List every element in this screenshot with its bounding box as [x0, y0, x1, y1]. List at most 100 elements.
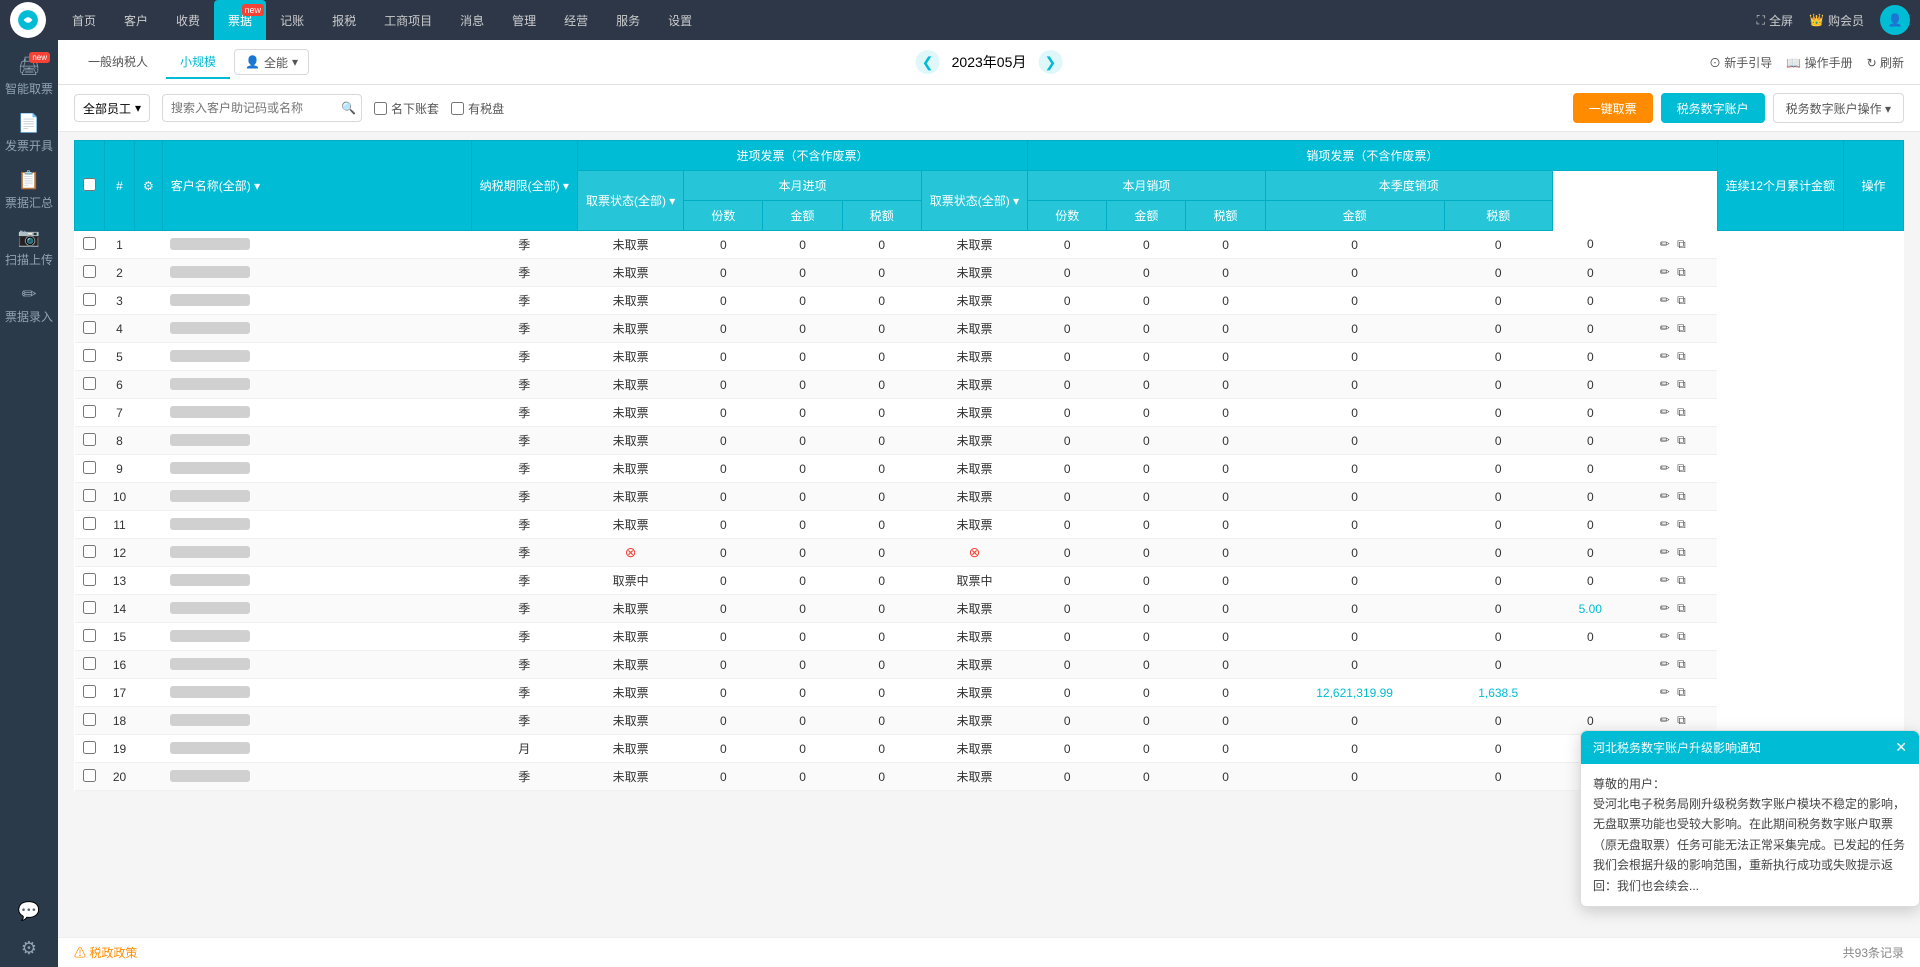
- copy-icon[interactable]: ⧉: [1677, 265, 1686, 279]
- edit-icon[interactable]: ✏: [1660, 545, 1670, 559]
- notification-close-btn[interactable]: ✕: [1895, 739, 1907, 756]
- row-select-checkbox[interactable]: [83, 545, 96, 558]
- row-checkbox[interactable]: [75, 763, 105, 791]
- copy-icon[interactable]: ⧉: [1677, 433, 1686, 447]
- copy-icon[interactable]: ⧉: [1677, 713, 1686, 727]
- row-checkbox[interactable]: [75, 455, 105, 483]
- edit-icon[interactable]: ✏: [1660, 601, 1670, 615]
- row-select-checkbox[interactable]: [83, 461, 96, 474]
- nav-business[interactable]: 工商项目: [370, 0, 446, 40]
- copy-icon[interactable]: ⧉: [1677, 293, 1686, 307]
- search-input[interactable]: [162, 94, 362, 122]
- sidebar-item-invoice-open[interactable]: 📄 发票开具: [0, 105, 58, 162]
- edit-icon[interactable]: ✏: [1660, 321, 1670, 335]
- new-guide-btn[interactable]: ⊙ 新手引导: [1709, 54, 1772, 71]
- user-avatar[interactable]: 👤: [1880, 5, 1910, 35]
- row-checkbox[interactable]: [75, 399, 105, 427]
- employee-select[interactable]: 全部员工 ▾: [74, 94, 150, 122]
- checkbox-account[interactable]: 名下账套: [374, 100, 439, 117]
- tab-small-scale[interactable]: 小规模: [166, 45, 230, 79]
- row-select-checkbox[interactable]: [83, 573, 96, 586]
- row-select-checkbox[interactable]: [83, 657, 96, 670]
- rolling-link[interactable]: 5.00: [1579, 602, 1602, 616]
- row-checkbox[interactable]: [75, 623, 105, 651]
- row-checkbox[interactable]: [75, 259, 105, 287]
- col-output-status-header[interactable]: 取票状态(全部) ▾: [921, 171, 1027, 231]
- row-checkbox[interactable]: [75, 315, 105, 343]
- row-select-checkbox[interactable]: [83, 517, 96, 530]
- edit-icon[interactable]: ✏: [1660, 573, 1670, 587]
- row-select-checkbox[interactable]: [83, 601, 96, 614]
- row-select-checkbox[interactable]: [83, 405, 96, 418]
- season-amount-link[interactable]: 12,621,319.99: [1316, 686, 1393, 700]
- nav-fee[interactable]: 收费: [162, 0, 214, 40]
- edit-icon[interactable]: ✏: [1660, 237, 1670, 251]
- nav-customer[interactable]: 客户: [110, 0, 162, 40]
- copy-icon[interactable]: ⧉: [1677, 321, 1686, 335]
- row-checkbox[interactable]: [75, 511, 105, 539]
- row-checkbox[interactable]: [75, 679, 105, 707]
- copy-icon[interactable]: ⧉: [1677, 629, 1686, 643]
- member-btn[interactable]: 👑 购会员: [1809, 12, 1864, 29]
- select-all-checkbox[interactable]: [83, 178, 96, 191]
- edit-icon[interactable]: ✏: [1660, 293, 1670, 307]
- copy-icon[interactable]: ⧉: [1677, 517, 1686, 531]
- row-select-checkbox[interactable]: [83, 741, 96, 754]
- tab-all-dropdown[interactable]: 👤 全能 ▾: [234, 49, 309, 75]
- row-select-checkbox[interactable]: [83, 321, 96, 334]
- row-checkbox[interactable]: [75, 707, 105, 735]
- edit-icon[interactable]: ✏: [1660, 377, 1670, 391]
- edit-icon[interactable]: ✏: [1660, 433, 1670, 447]
- row-checkbox[interactable]: [75, 371, 105, 399]
- edit-icon[interactable]: ✏: [1660, 349, 1670, 363]
- row-select-checkbox[interactable]: [83, 489, 96, 502]
- nav-invoice[interactable]: 票据 new: [214, 0, 266, 40]
- col-input-status-header[interactable]: 取票状态(全部) ▾: [577, 171, 683, 231]
- row-select-checkbox[interactable]: [83, 433, 96, 446]
- nav-tax[interactable]: 报税: [318, 0, 370, 40]
- row-select-checkbox[interactable]: [83, 265, 96, 278]
- row-select-checkbox[interactable]: [83, 377, 96, 390]
- copy-icon[interactable]: ⧉: [1677, 349, 1686, 363]
- copy-icon[interactable]: ⧉: [1677, 237, 1686, 251]
- edit-icon[interactable]: ✏: [1660, 461, 1670, 475]
- row-checkbox[interactable]: [75, 343, 105, 371]
- row-checkbox[interactable]: [75, 539, 105, 567]
- edit-icon[interactable]: ✏: [1660, 713, 1670, 727]
- col-name-header[interactable]: 客户名称(全部) ▾: [162, 141, 471, 231]
- copy-icon[interactable]: ⧉: [1677, 601, 1686, 615]
- nav-home[interactable]: 首页: [58, 0, 110, 40]
- copy-icon[interactable]: ⧉: [1677, 685, 1686, 699]
- tab-general-taxpayer[interactable]: 一般纳税人: [74, 45, 162, 79]
- row-checkbox[interactable]: [75, 231, 105, 259]
- row-checkbox[interactable]: [75, 483, 105, 511]
- sidebar-item-chat[interactable]: 💬: [18, 893, 40, 930]
- row-select-checkbox[interactable]: [83, 237, 96, 250]
- account-checkbox[interactable]: [374, 102, 387, 115]
- prev-date-btn[interactable]: ❮: [916, 50, 940, 74]
- row-checkbox[interactable]: [75, 595, 105, 623]
- manual-btn[interactable]: 📖 操作手册: [1786, 54, 1852, 71]
- row-select-checkbox[interactable]: [83, 349, 96, 362]
- copy-icon[interactable]: ⧉: [1677, 405, 1686, 419]
- edit-icon[interactable]: ✏: [1660, 489, 1670, 503]
- row-checkbox[interactable]: [75, 735, 105, 763]
- copy-icon[interactable]: ⧉: [1677, 461, 1686, 475]
- edit-icon[interactable]: ✏: [1660, 517, 1670, 531]
- row-select-checkbox[interactable]: [83, 685, 96, 698]
- sidebar-item-invoice-entry[interactable]: ✏ 票据录入: [0, 276, 58, 333]
- refresh-btn[interactable]: ↻ 刷新: [1867, 54, 1904, 71]
- edit-icon[interactable]: ✏: [1660, 629, 1670, 643]
- tax-policy-link[interactable]: ⚠ 税政政策: [74, 946, 137, 960]
- edit-icon[interactable]: ✏: [1660, 405, 1670, 419]
- sidebar-item-invoice-summary[interactable]: 📋 票据汇总: [0, 162, 58, 219]
- col-settings-header[interactable]: ⚙: [135, 141, 163, 231]
- sidebar-item-scan-upload[interactable]: 📷 扫描上传: [0, 219, 58, 276]
- copy-icon[interactable]: ⧉: [1677, 489, 1686, 503]
- edit-icon[interactable]: ✏: [1660, 265, 1670, 279]
- row-select-checkbox[interactable]: [83, 713, 96, 726]
- nav-service[interactable]: 服务: [602, 0, 654, 40]
- next-date-btn[interactable]: ❯: [1038, 50, 1062, 74]
- row-checkbox[interactable]: [75, 287, 105, 315]
- row-select-checkbox[interactable]: [83, 769, 96, 782]
